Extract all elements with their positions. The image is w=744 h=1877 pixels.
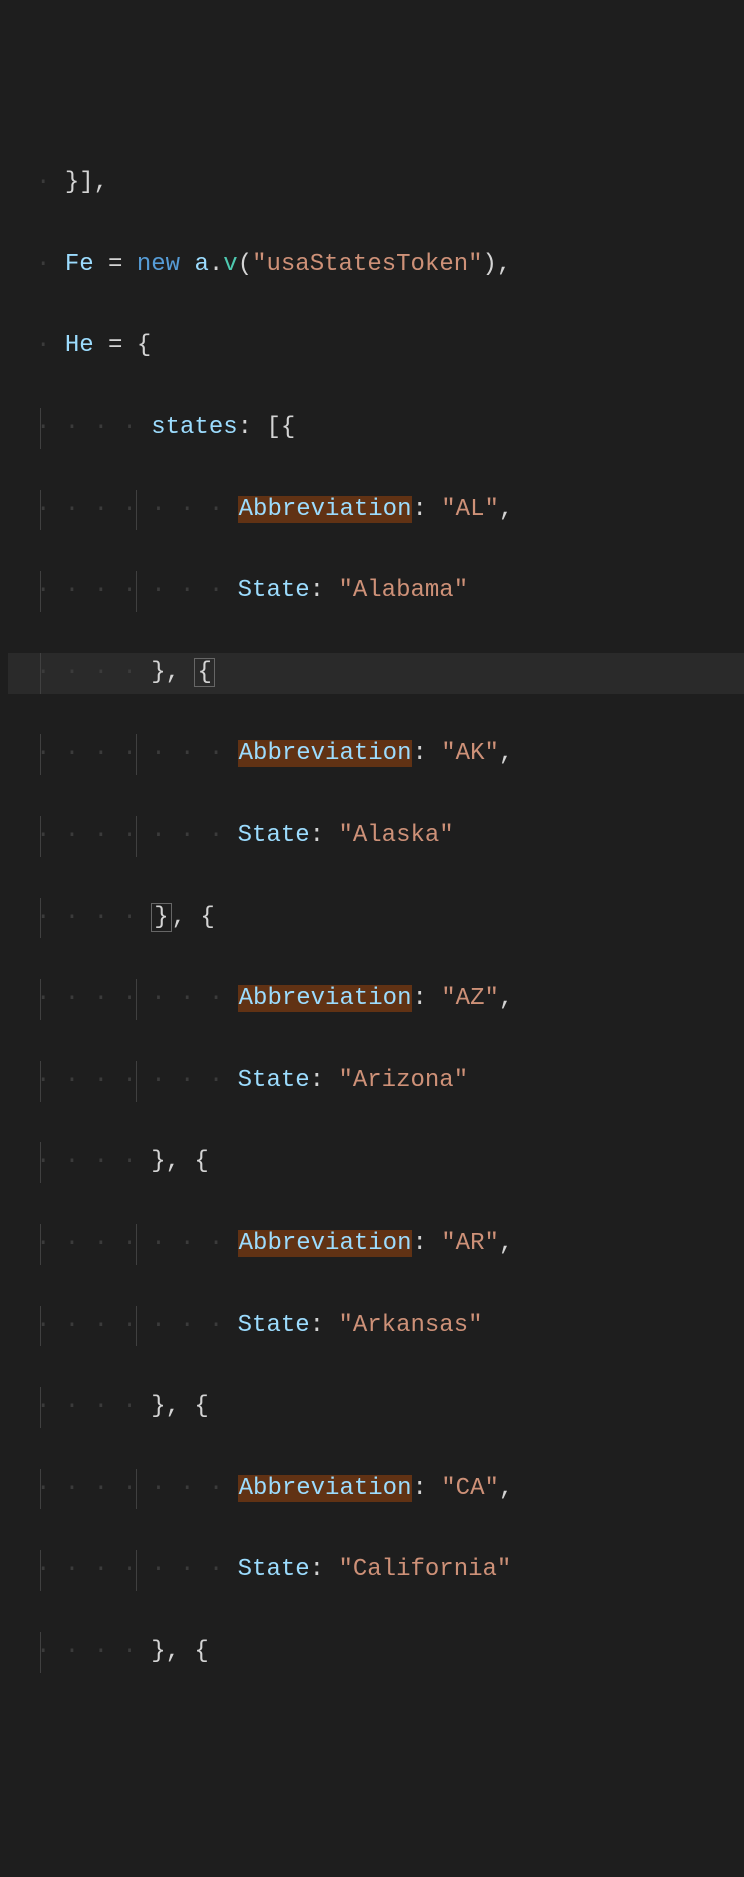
equals-op: = bbox=[94, 251, 137, 278]
string-abbr: "AL" bbox=[441, 496, 499, 523]
abbreviation-key-highlighted: Abbreviation bbox=[238, 496, 413, 523]
close-open-brace: }, { bbox=[151, 1393, 209, 1420]
string-state: "Alabama" bbox=[338, 577, 468, 604]
abbreviation-key-highlighted: Abbreviation bbox=[238, 1230, 413, 1257]
colon: : bbox=[310, 1556, 324, 1583]
code-line[interactable]: · Fe = new a.v("usaStatesToken"), bbox=[8, 245, 744, 286]
code-line[interactable]: · · · · · · · Abbreviation: "CA", bbox=[8, 1469, 744, 1510]
close-open-brace: }, { bbox=[151, 1148, 209, 1175]
code-line[interactable]: · · · · }, { bbox=[8, 898, 744, 939]
object-a: a bbox=[194, 251, 208, 278]
state-key: State bbox=[238, 1312, 310, 1339]
code-line[interactable]: · · · · }, { bbox=[8, 1142, 744, 1183]
colon: : bbox=[412, 985, 426, 1012]
state-key: State bbox=[238, 577, 310, 604]
string-abbr: "AK" bbox=[441, 740, 499, 767]
comma: , bbox=[499, 496, 513, 523]
colon: : bbox=[412, 496, 426, 523]
code-line[interactable]: · }], bbox=[8, 163, 744, 204]
abbreviation-key-highlighted: Abbreviation bbox=[238, 740, 413, 767]
abbreviation-key-highlighted: Abbreviation bbox=[238, 1475, 413, 1502]
dot: . bbox=[209, 251, 223, 278]
colon: : bbox=[310, 1312, 324, 1339]
abbreviation-key-highlighted: Abbreviation bbox=[238, 985, 413, 1012]
code-line[interactable]: · · · · states: [{ bbox=[8, 408, 744, 449]
code-line[interactable]: · · · · · · · Abbreviation: "AZ", bbox=[8, 979, 744, 1020]
variable-fe: Fe bbox=[65, 251, 94, 278]
variable-he: He bbox=[65, 332, 94, 359]
string-state: "California" bbox=[338, 1556, 511, 1583]
code-line[interactable]: · · · · · · · State: "Alabama" bbox=[8, 571, 744, 612]
equals-op: = bbox=[94, 332, 137, 359]
comma: , bbox=[499, 1475, 513, 1502]
colon: : bbox=[310, 577, 324, 604]
string-abbr: "AZ" bbox=[441, 985, 499, 1012]
paren-close: ), bbox=[483, 251, 512, 278]
paren-open: ( bbox=[238, 251, 252, 278]
comma: , bbox=[499, 1230, 513, 1257]
colon: : bbox=[310, 822, 324, 849]
code-line[interactable]: · · · · }, { bbox=[8, 1632, 744, 1673]
string-token: "usaStatesToken" bbox=[252, 251, 482, 278]
code-line[interactable]: · · · · · · · Abbreviation: "AL", bbox=[8, 490, 744, 531]
state-key: State bbox=[238, 822, 310, 849]
matching-bracket: } bbox=[151, 903, 171, 932]
array-open: [{ bbox=[266, 414, 295, 441]
code-line[interactable]: · · · · · · · State: "Alaska" bbox=[8, 816, 744, 857]
string-abbr: "AR" bbox=[441, 1230, 499, 1257]
state-key: State bbox=[238, 1067, 310, 1094]
string-state: "Alaska" bbox=[338, 822, 453, 849]
code-line-current[interactable]: · · · · }, { bbox=[8, 653, 744, 694]
sep: , { bbox=[172, 904, 215, 931]
brace-open: { bbox=[137, 332, 151, 359]
code-line[interactable]: · · · · · · · State: "Arkansas" bbox=[8, 1306, 744, 1347]
code-line[interactable]: · · · · }, { bbox=[8, 1387, 744, 1428]
comma: , bbox=[499, 985, 513, 1012]
code-line[interactable]: · · · · · · · Abbreviation: "AK", bbox=[8, 734, 744, 775]
colon: : bbox=[412, 1230, 426, 1257]
colon: : bbox=[412, 740, 426, 767]
code-line[interactable]: · · · · · · · State: "Arizona" bbox=[8, 1061, 744, 1102]
colon: : bbox=[310, 1067, 324, 1094]
colon: : bbox=[238, 414, 267, 441]
new-keyword: new bbox=[137, 251, 180, 278]
code-line[interactable]: · · · · · · · State: "California" bbox=[8, 1550, 744, 1591]
code-line[interactable]: · He = { bbox=[8, 326, 744, 367]
string-state: "Arizona" bbox=[338, 1067, 468, 1094]
code-line[interactable]: · · · · · · · Abbreviation: "AR", bbox=[8, 1224, 744, 1265]
state-key: State bbox=[238, 1556, 310, 1583]
states-property: states bbox=[151, 414, 237, 441]
close-open-brace: }, { bbox=[151, 1638, 209, 1665]
close-bracket: }], bbox=[65, 169, 108, 196]
string-state: "Arkansas" bbox=[338, 1312, 482, 1339]
string-abbr: "CA" bbox=[441, 1475, 499, 1502]
matching-bracket: { bbox=[194, 658, 214, 687]
method-v: v bbox=[223, 251, 237, 278]
close-brace: }, bbox=[151, 659, 194, 686]
comma: , bbox=[499, 740, 513, 767]
colon: : bbox=[412, 1475, 426, 1502]
